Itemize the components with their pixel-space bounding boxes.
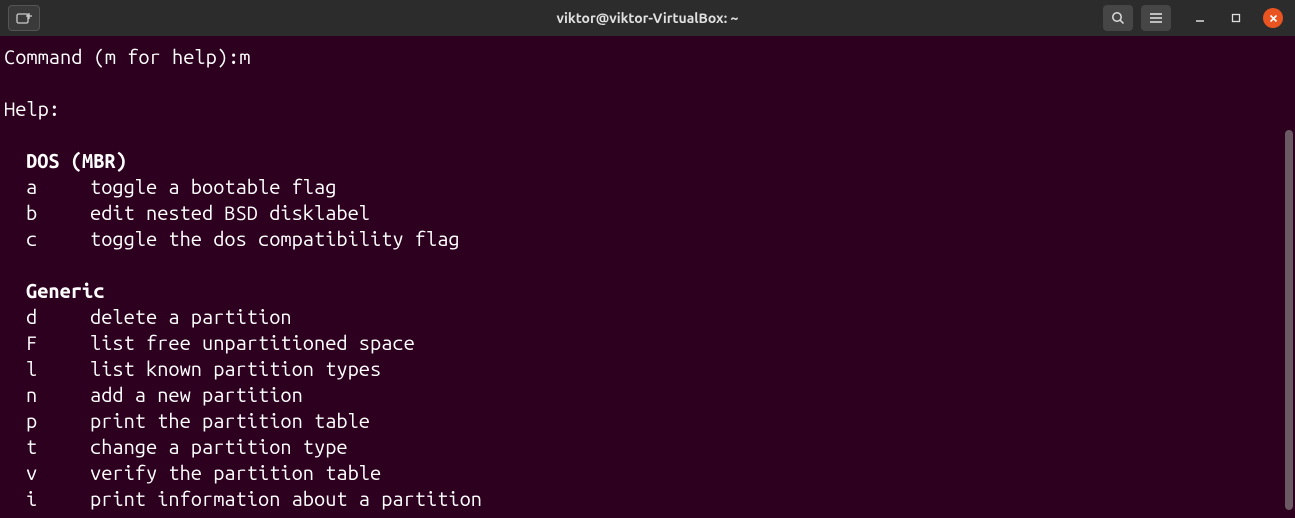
search-icon <box>1111 11 1125 25</box>
blank-line <box>4 122 1291 148</box>
command-desc: list free unpartitioned space <box>90 330 415 356</box>
command-key: c <box>26 226 90 252</box>
help-command-row: v verify the partition table <box>4 460 1291 486</box>
command-desc: verify the partition table <box>90 460 381 486</box>
titlebar-left <box>8 5 40 31</box>
command-desc: list known partition types <box>90 356 381 382</box>
help-command-row: l list known partition types <box>4 356 1291 382</box>
command-desc: change a partition type <box>90 434 348 460</box>
command-key: v <box>26 460 90 486</box>
menu-button[interactable] <box>1141 5 1171 31</box>
help-command-row: i print information about a partition <box>4 486 1291 512</box>
help-label: Help: <box>4 96 1291 122</box>
command-key: F <box>26 330 90 356</box>
blank-line <box>4 70 1291 96</box>
prompt-text: Command (m for help): <box>4 44 239 70</box>
titlebar: viktor@viktor-VirtualBox: ~ <box>0 0 1295 36</box>
command-key: i <box>26 486 90 512</box>
hamburger-icon <box>1149 12 1163 24</box>
command-key: n <box>26 382 90 408</box>
help-command-row: d delete a partition <box>4 304 1291 330</box>
command-prompt-line: Command (m for help): m <box>4 44 1291 70</box>
section-header-dos: DOS (MBR) <box>4 148 1291 174</box>
blank-line <box>4 252 1291 278</box>
minimize-icon <box>1195 13 1205 23</box>
help-command-row: p print the partition table <box>4 408 1291 434</box>
user-input: m <box>239 44 250 70</box>
new-tab-button[interactable] <box>8 5 40 31</box>
help-command-row: t change a partition type <box>4 434 1291 460</box>
command-key: t <box>26 434 90 460</box>
close-icon <box>1269 14 1278 23</box>
command-desc: print information about a partition <box>90 486 482 512</box>
search-button[interactable] <box>1103 5 1133 31</box>
command-key: b <box>26 200 90 226</box>
minimize-button[interactable] <box>1191 9 1209 27</box>
command-desc: add a new partition <box>90 382 303 408</box>
maximize-icon <box>1231 13 1241 23</box>
command-desc: print the partition table <box>90 408 370 434</box>
command-desc: toggle the dos compatibility flag <box>90 226 460 252</box>
help-command-row: F list free unpartitioned space <box>4 330 1291 356</box>
command-key: a <box>26 174 90 200</box>
command-key: l <box>26 356 90 382</box>
titlebar-right <box>1103 5 1287 31</box>
command-desc: edit nested BSD disklabel <box>90 200 370 226</box>
help-command-row: b edit nested BSD disklabel <box>4 200 1291 226</box>
command-key: d <box>26 304 90 330</box>
window-title: viktor@viktor-VirtualBox: ~ <box>557 10 739 26</box>
command-desc: delete a partition <box>90 304 292 330</box>
command-desc: toggle a bootable flag <box>90 174 336 200</box>
close-button[interactable] <box>1263 8 1283 28</box>
window-controls <box>1191 8 1283 28</box>
help-command-row: n add a new partition <box>4 382 1291 408</box>
help-command-row: c toggle the dos compatibility flag <box>4 226 1291 252</box>
command-key: p <box>26 408 90 434</box>
terminal-output[interactable]: Command (m for help): m Help: DOS (MBR) … <box>0 36 1295 518</box>
scrollbar-thumb[interactable] <box>1285 130 1293 510</box>
section-header-generic: Generic <box>4 278 1291 304</box>
help-command-row: a toggle a bootable flag <box>4 174 1291 200</box>
maximize-button[interactable] <box>1227 9 1245 27</box>
new-tab-icon <box>16 11 32 25</box>
